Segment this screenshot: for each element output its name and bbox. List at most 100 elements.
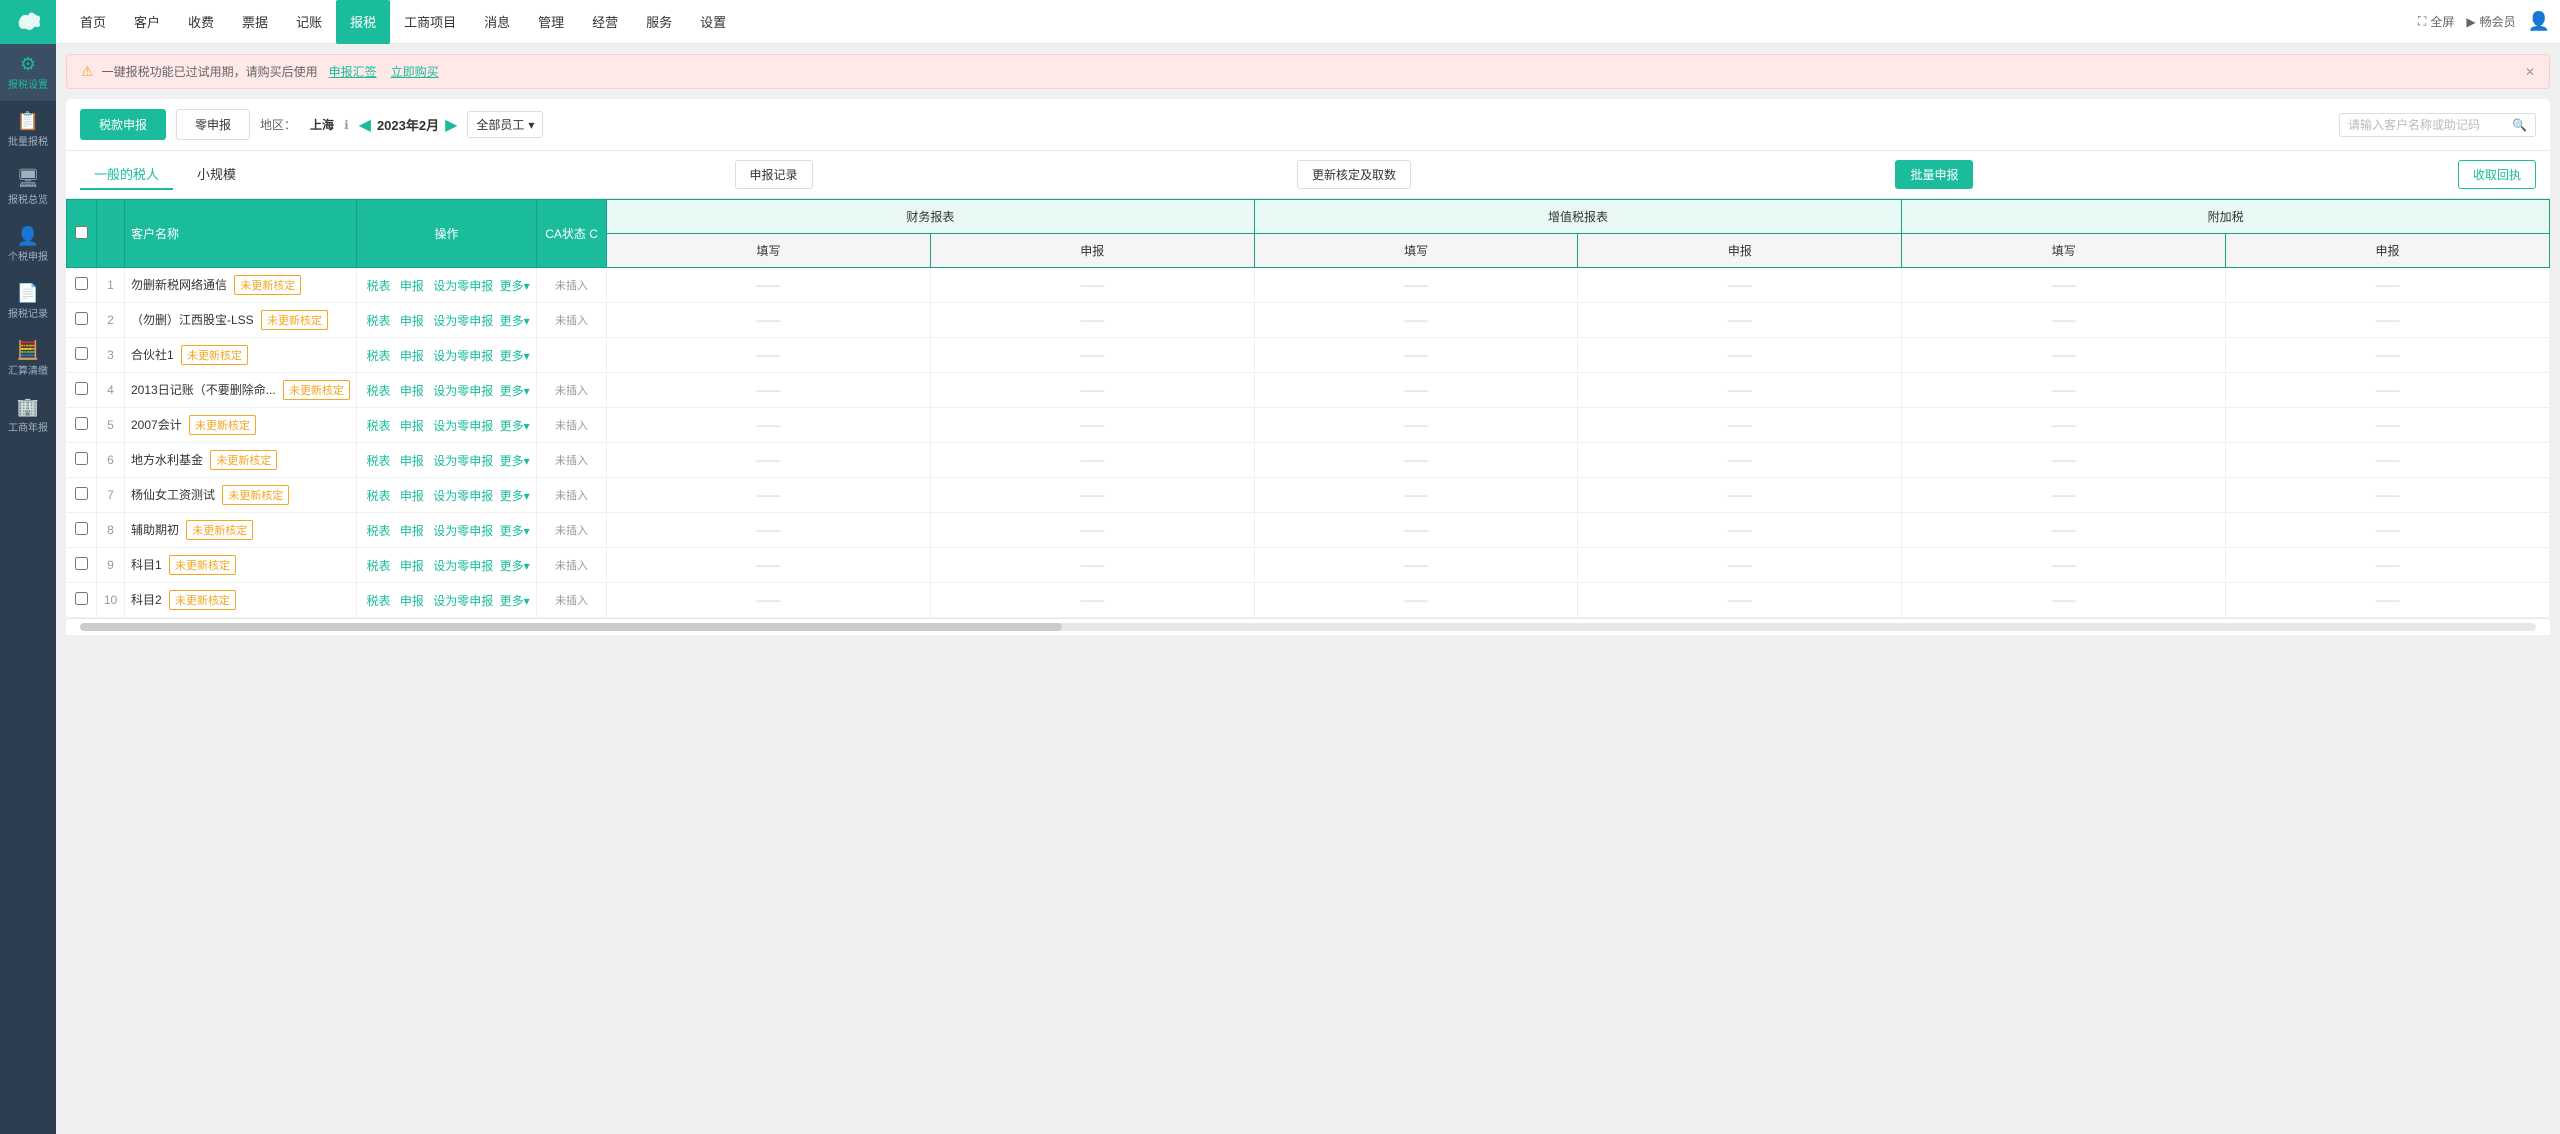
- op-tax-table[interactable]: 税表: [366, 349, 390, 363]
- sidebar-item-calc-clear[interactable]: 🧮 汇算清缴: [0, 330, 56, 387]
- sidebar-item-business-report[interactable]: 🏢 工商年报: [0, 387, 56, 444]
- op-declare[interactable]: 申报: [400, 419, 424, 433]
- op-declare[interactable]: 申报: [400, 384, 424, 398]
- op-more[interactable]: 更多▾: [500, 524, 530, 538]
- op-zero-declare[interactable]: 设为零申报: [433, 349, 493, 363]
- op-declare[interactable]: 申报: [400, 279, 424, 293]
- op-declare[interactable]: 申报: [400, 454, 424, 468]
- sidebar-item-personal-tax[interactable]: 👤 个税申报: [0, 216, 56, 273]
- op-more[interactable]: 更多▾: [500, 454, 530, 468]
- op-zero-declare[interactable]: 设为零申报: [433, 594, 493, 608]
- op-declare[interactable]: 申报: [400, 594, 424, 608]
- row-checkbox[interactable]: [67, 478, 97, 513]
- sidebar-item-tax-record[interactable]: 📄 报税记录: [0, 273, 56, 330]
- declare-record-button[interactable]: 申报记录: [735, 160, 813, 189]
- nav-accounting[interactable]: 记账: [282, 0, 336, 44]
- nav-settings[interactable]: 设置: [686, 0, 740, 44]
- nav-tax[interactable]: 报税: [336, 0, 390, 44]
- op-more[interactable]: 更多▾: [500, 384, 530, 398]
- row-checkbox[interactable]: [67, 303, 97, 338]
- op-more[interactable]: 更多▾: [500, 314, 530, 328]
- row-checkbox[interactable]: [67, 513, 97, 548]
- row-checkbox[interactable]: [67, 338, 97, 373]
- op-more[interactable]: 更多▾: [500, 349, 530, 363]
- row-checkbox[interactable]: [67, 443, 97, 478]
- row-ca-status: 未插入: [537, 408, 607, 443]
- op-zero-declare[interactable]: 设为零申报: [433, 279, 493, 293]
- tab-zero-declare[interactable]: 零申报: [176, 109, 250, 140]
- op-zero-declare[interactable]: 设为零申报: [433, 384, 493, 398]
- scrollbar-area: [66, 618, 2550, 635]
- sidebar-item-batch-tax[interactable]: 📋 批量报税: [0, 101, 56, 158]
- buy-link[interactable]: 立即购买: [391, 63, 439, 80]
- row-additional-fill: ——: [1902, 548, 2226, 583]
- op-declare[interactable]: 申报: [400, 314, 424, 328]
- op-zero-declare[interactable]: 设为零申报: [433, 419, 493, 433]
- op-tax-table[interactable]: 税表: [366, 314, 390, 328]
- nav-home[interactable]: 首页: [66, 0, 120, 44]
- nav-right: ⛶ 全屏 ▶ 畅会员 👤: [2418, 11, 2550, 32]
- close-button[interactable]: ✕: [2525, 65, 2535, 79]
- row-checkbox[interactable]: [67, 548, 97, 583]
- tab-small[interactable]: 小规模: [183, 159, 250, 190]
- nav-management[interactable]: 管理: [524, 0, 578, 44]
- row-checkbox[interactable]: [67, 373, 97, 408]
- nav-message[interactable]: 消息: [470, 0, 524, 44]
- op-tax-table[interactable]: 税表: [366, 279, 390, 293]
- upgrade-button[interactable]: ▶ 畅会员: [2466, 13, 2515, 30]
- op-tax-table[interactable]: 税表: [366, 454, 390, 468]
- nav-service[interactable]: 服务: [632, 0, 686, 44]
- prev-date-button[interactable]: ◀: [359, 115, 371, 135]
- row-checkbox[interactable]: [67, 583, 97, 618]
- op-more[interactable]: 更多▾: [500, 594, 530, 608]
- search-input[interactable]: [2348, 118, 2508, 132]
- avatar-button[interactable]: 👤: [2528, 11, 2550, 32]
- nav-operations[interactable]: 经营: [578, 0, 632, 44]
- declare-link[interactable]: 申报汇签: [329, 63, 377, 80]
- op-zero-declare[interactable]: 设为零申报: [433, 559, 493, 573]
- op-tax-table[interactable]: 税表: [366, 524, 390, 538]
- op-more[interactable]: 更多▾: [500, 419, 530, 433]
- op-zero-declare[interactable]: 设为零申报: [433, 314, 493, 328]
- fullscreen-button[interactable]: ⛶ 全屏: [2418, 13, 2454, 30]
- batch-declare-button[interactable]: 批量申报: [1895, 160, 1973, 189]
- op-more[interactable]: 更多▾: [500, 489, 530, 503]
- row-checkbox[interactable]: [67, 268, 97, 303]
- op-more[interactable]: 更多▾: [500, 279, 530, 293]
- sidebar-item-tax-settings[interactable]: ⚙ 报税设置: [0, 44, 56, 101]
- status-badge: 未更新核定: [210, 450, 277, 470]
- op-declare[interactable]: 申报: [400, 349, 424, 363]
- op-tax-table[interactable]: 税表: [366, 419, 390, 433]
- nav-business[interactable]: 工商项目: [390, 0, 470, 44]
- op-more[interactable]: 更多▾: [500, 559, 530, 573]
- op-declare[interactable]: 申报: [400, 524, 424, 538]
- dept-select[interactable]: 全部员工 ▾: [467, 111, 543, 138]
- sidebar-item-tax-overview[interactable]: 🖥 报税总览: [0, 158, 56, 215]
- op-declare[interactable]: 申报: [400, 559, 424, 573]
- tab-tax-declare[interactable]: 税款申报: [80, 109, 166, 140]
- withdraw-button[interactable]: 收取回执: [2458, 160, 2536, 189]
- nav-invoice[interactable]: 票据: [228, 0, 282, 44]
- info-icon[interactable]: ℹ: [344, 118, 349, 132]
- tab-general[interactable]: 一般的税人: [80, 159, 173, 190]
- op-tax-table[interactable]: 税表: [366, 594, 390, 608]
- op-declare[interactable]: 申报: [400, 489, 424, 503]
- op-zero-declare[interactable]: 设为零申报: [433, 524, 493, 538]
- nav-billing[interactable]: 收费: [174, 0, 228, 44]
- row-finance-declare: ——: [930, 303, 1254, 338]
- col-additional-fill: 填写: [1902, 234, 2226, 268]
- main-table: 客户名称 操作 CA状态 C 财务报表 增值税报表 附加税 填写 申报 填写 申…: [66, 199, 2550, 618]
- row-additional-fill: ——: [1902, 443, 2226, 478]
- search-icon[interactable]: 🔍: [2512, 118, 2527, 132]
- op-zero-declare[interactable]: 设为零申报: [433, 489, 493, 503]
- horizontal-scrollbar[interactable]: [80, 623, 2536, 631]
- next-date-button[interactable]: ▶: [445, 115, 457, 135]
- op-tax-table[interactable]: 税表: [366, 384, 390, 398]
- op-tax-table[interactable]: 税表: [366, 559, 390, 573]
- nav-client[interactable]: 客户: [120, 0, 174, 44]
- select-all-checkbox[interactable]: [75, 226, 88, 239]
- update-data-button[interactable]: 更新核定及取数: [1297, 160, 1411, 189]
- row-checkbox[interactable]: [67, 408, 97, 443]
- op-tax-table[interactable]: 税表: [366, 489, 390, 503]
- op-zero-declare[interactable]: 设为零申报: [433, 454, 493, 468]
